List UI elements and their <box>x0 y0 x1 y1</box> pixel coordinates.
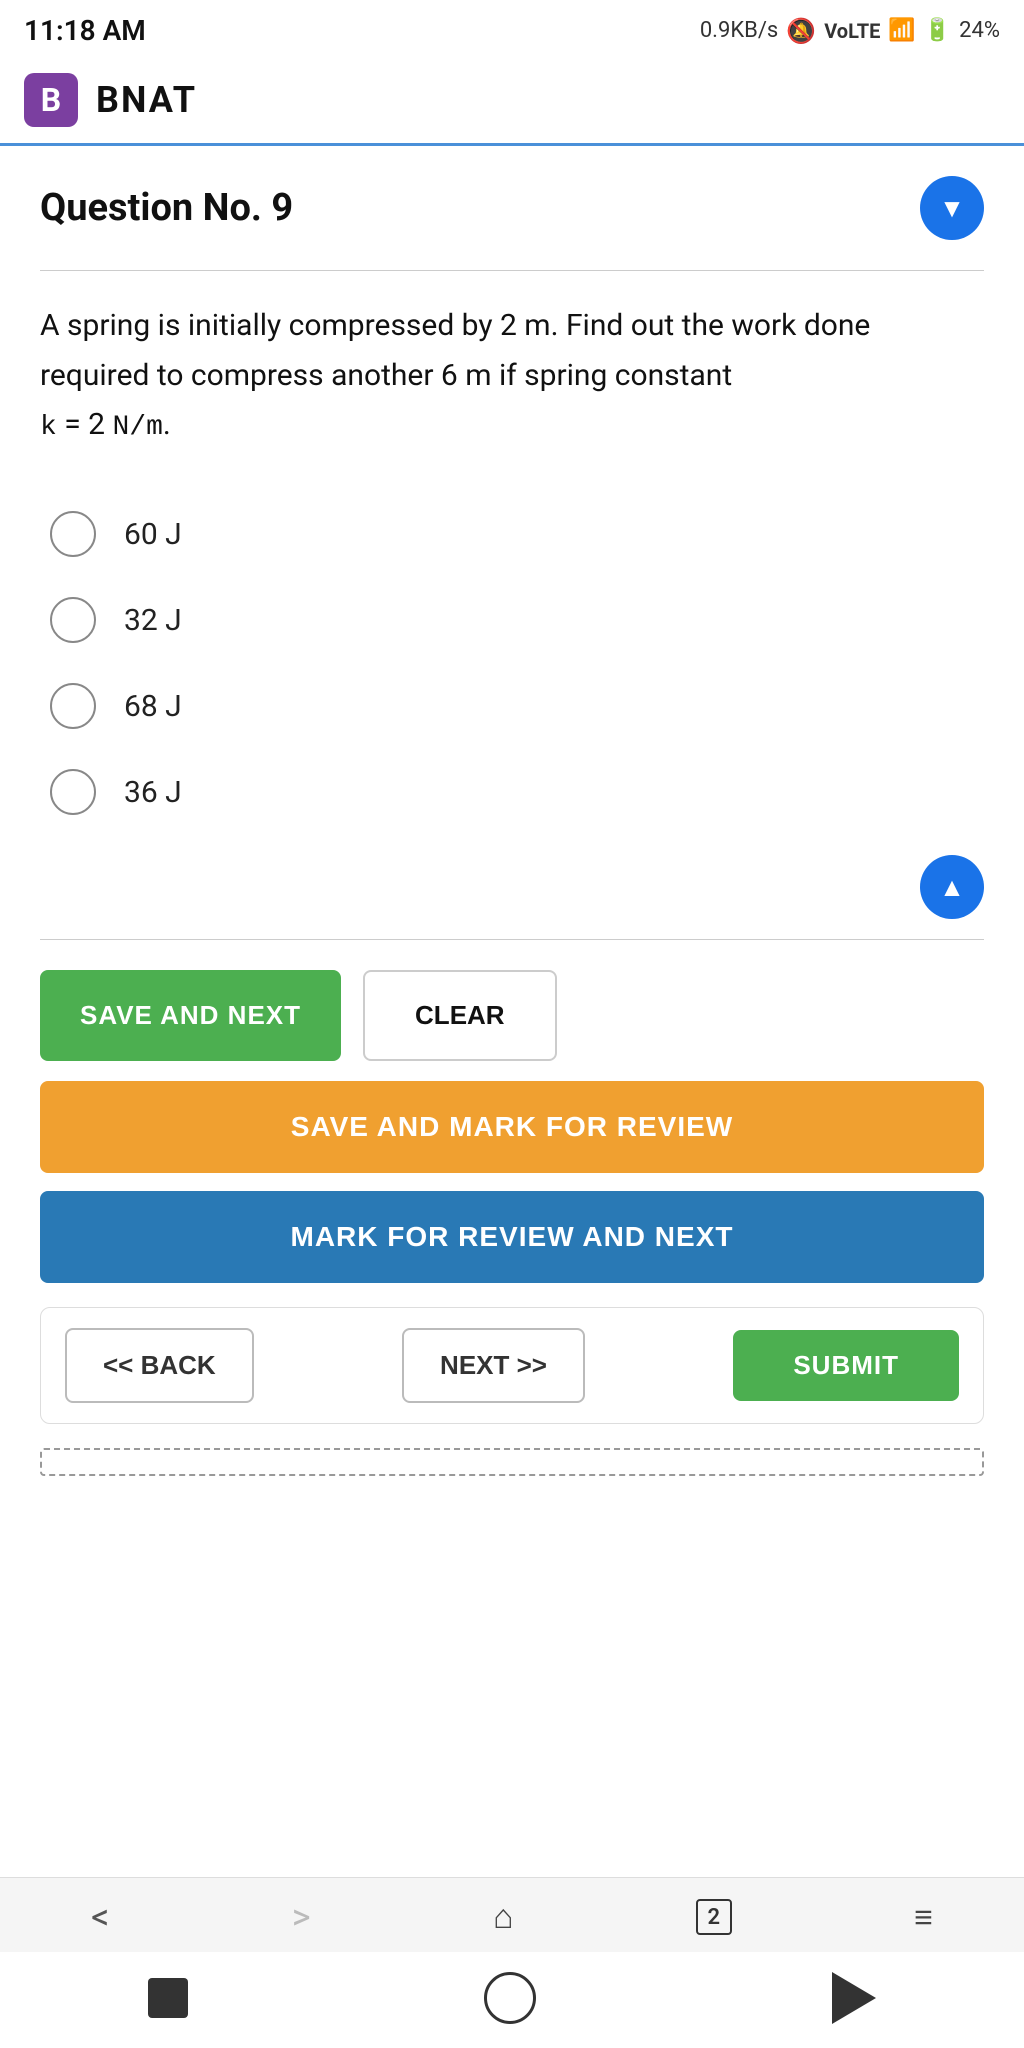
option-label-3: 68 J <box>124 689 182 724</box>
scroll-up-container <box>40 855 984 919</box>
app-header: B BNAT <box>0 57 1024 146</box>
network-speed: 0.9KB/s <box>700 18 778 43</box>
question-text-part2: k = 2 N/m. <box>40 407 171 442</box>
main-content: Question No. 9 A spring is initially com… <box>0 146 1024 1877</box>
option-item-2[interactable]: 32 J <box>40 577 984 663</box>
recent-apps-gesture[interactable] <box>148 1978 188 2018</box>
app-logo: B <box>24 73 78 127</box>
dropdown-button[interactable] <box>920 176 984 240</box>
back-button[interactable]: << BACK <box>65 1328 254 1403</box>
battery-level: 24% <box>959 18 1000 43</box>
question-text: A spring is initially compressed by 2 m.… <box>40 301 984 451</box>
action-row-1: SAVE AND NEXT CLEAR <box>40 970 984 1061</box>
system-bar: < > ⌂ 2 ≡ <box>0 1877 1024 1952</box>
mark-for-review-and-next-button[interactable]: MARK FOR REVIEW AND NEXT <box>40 1191 984 1283</box>
question-title: Question No. 9 <box>40 186 293 230</box>
lte-icon: VoLTE <box>824 19 880 43</box>
bottom-nav-row: << BACK NEXT >> SUBMIT <box>40 1307 984 1424</box>
forward-nav-icon[interactable]: > <box>292 1896 311 1938</box>
submit-button[interactable]: SUBMIT <box>733 1330 959 1401</box>
option-radio-2[interactable] <box>50 597 96 643</box>
question-divider <box>40 270 984 271</box>
question-header: Question No. 9 <box>40 176 984 240</box>
save-and-mark-for-review-button[interactable]: SAVE AND MARK FOR REVIEW <box>40 1081 984 1173</box>
options-list: 60 J 32 J 68 J 36 J <box>40 491 984 835</box>
tab-count-badge[interactable]: 2 <box>696 1899 732 1935</box>
next-button[interactable]: NEXT >> <box>402 1328 585 1403</box>
gesture-bar <box>0 1952 1024 2048</box>
status-icons: 0.9KB/s 🔕 VoLTE 📶 🔋 24% <box>700 17 1000 45</box>
options-divider <box>40 939 984 940</box>
scroll-up-button[interactable] <box>920 855 984 919</box>
save-and-next-button[interactable]: SAVE AND NEXT <box>40 970 341 1061</box>
signal-icon: 📶 <box>888 18 915 43</box>
option-radio-3[interactable] <box>50 683 96 729</box>
option-label-2: 32 J <box>124 603 182 638</box>
back-nav-icon[interactable]: < <box>91 1896 109 1938</box>
app-name: BNAT <box>96 79 197 121</box>
battery-icon: 🔋 <box>924 18 951 43</box>
home-nav-icon[interactable]: ⌂ <box>493 1897 514 1937</box>
menu-icon[interactable]: ≡ <box>914 1898 933 1936</box>
app-logo-letter: B <box>41 81 61 119</box>
option-radio-4[interactable] <box>50 769 96 815</box>
option-label-4: 36 J <box>124 775 182 810</box>
option-item-1[interactable]: 60 J <box>40 491 984 577</box>
status-time: 11:18 AM <box>24 14 146 47</box>
dashed-area <box>40 1448 984 1476</box>
option-item-4[interactable]: 36 J <box>40 749 984 835</box>
mute-icon: 🔕 <box>786 17 816 45</box>
option-label-1: 60 J <box>124 517 182 552</box>
status-bar: 11:18 AM 0.9KB/s 🔕 VoLTE 📶 🔋 24% <box>0 0 1024 57</box>
home-gesture[interactable] <box>484 1972 536 2024</box>
question-text-part1: A spring is initially compressed by 2 m.… <box>40 308 870 393</box>
option-radio-1[interactable] <box>50 511 96 557</box>
back-gesture[interactable] <box>832 1972 876 2024</box>
clear-button[interactable]: CLEAR <box>363 970 557 1061</box>
option-item-3[interactable]: 68 J <box>40 663 984 749</box>
